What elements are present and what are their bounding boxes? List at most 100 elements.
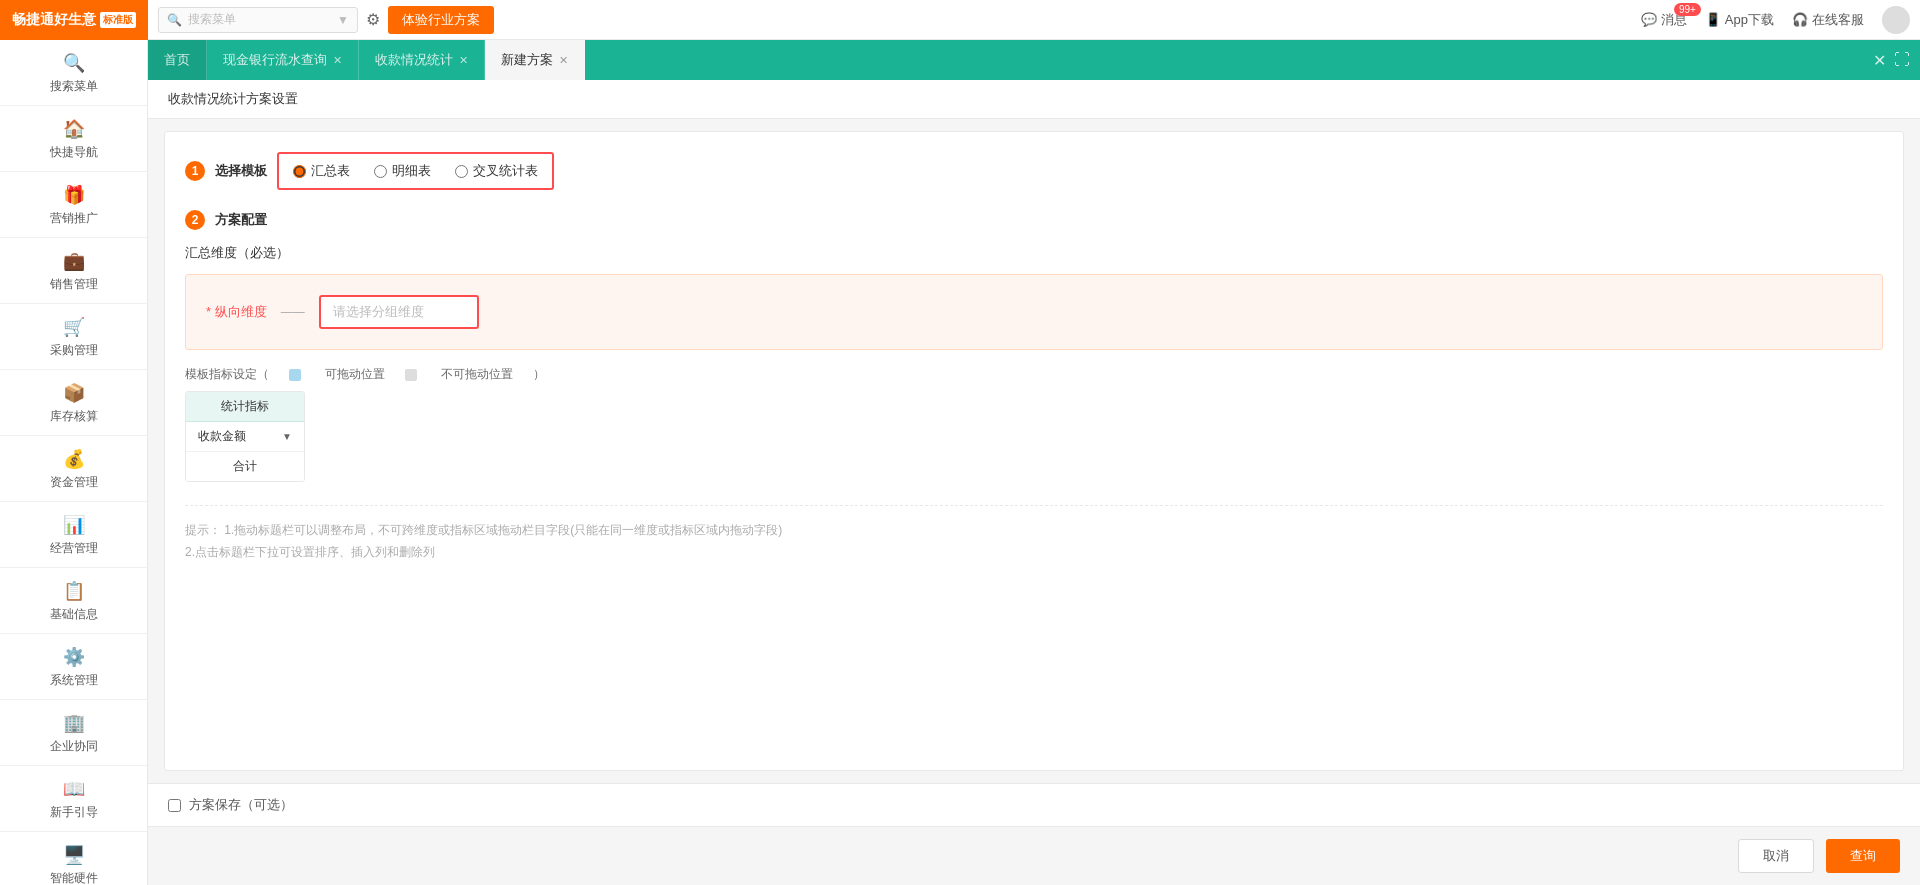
message-icon: 💬: [1641, 12, 1657, 27]
sidebar-item-search[interactable]: 🔍 搜索菜单: [0, 40, 147, 106]
col-dropdown-icon[interactable]: ▼: [282, 431, 292, 442]
tab-new-scheme-close[interactable]: ✕: [559, 54, 568, 67]
sidebar-label: 采购管理: [50, 342, 98, 359]
app-name: 畅捷通好生意: [12, 11, 96, 29]
tab-receipts-label: 收款情况统计: [375, 51, 453, 69]
tab-new-scheme-label: 新建方案: [501, 51, 553, 69]
step2-header: 2 方案配置: [185, 210, 1883, 230]
sidebar-label: 新手引导: [50, 804, 98, 821]
stats-table-header: 统计指标: [186, 392, 304, 422]
footer-actions: 取消 查询: [148, 826, 1920, 885]
purchase-icon: 🛒: [63, 316, 85, 338]
sidebar-label: 库存核算: [50, 408, 98, 425]
download-icon: 📱: [1705, 12, 1721, 27]
finance-icon: 💰: [63, 448, 85, 470]
save-checkbox[interactable]: [168, 799, 181, 812]
sidebar-item-purchase[interactable]: 🛒 采购管理: [0, 304, 147, 370]
tab-close-all-btn[interactable]: ✕: [1873, 51, 1886, 70]
radio-detail[interactable]: 明细表: [374, 162, 431, 180]
tab-maximize-btn[interactable]: ⛶: [1894, 51, 1910, 69]
sidebar-label: 系统管理: [50, 672, 98, 689]
dimension-arrow-icon: ——: [281, 305, 305, 319]
dimension-row: 纵向维度 —— 请选择分组维度: [206, 295, 1862, 329]
form-panel: 1 选择模板 汇总表 明细表: [164, 131, 1904, 771]
tab-new-scheme[interactable]: 新建方案 ✕: [485, 40, 585, 80]
service-icon: 🎧: [1792, 12, 1808, 27]
draggable-tag: [289, 369, 301, 381]
sidebar-label: 资金管理: [50, 474, 98, 491]
radio-summary-input[interactable]: [293, 165, 306, 178]
sidebar-label: 经营管理: [50, 540, 98, 557]
dropdown-icon: ▼: [337, 13, 349, 27]
service-badge[interactable]: 🎧 在线客服: [1792, 11, 1864, 29]
app-logo: 畅捷通好生意 标准版: [0, 0, 148, 40]
sidebar-item-nav[interactable]: 🏠 快捷导航: [0, 106, 147, 172]
enterprise-icon: 🏢: [63, 712, 85, 734]
app-version: 标准版: [100, 12, 136, 28]
sidebar-item-inventory[interactable]: 📦 库存核算: [0, 370, 147, 436]
avatar[interactable]: [1882, 6, 1910, 34]
sidebar: 🔍 搜索菜单 🏠 快捷导航 🎁 营销推广 💼 销售管理 🛒 采购管理 📦 库存核…: [0, 40, 148, 885]
col-header-row: 收款金额 ▼: [198, 428, 292, 445]
non-draggable-tag: [405, 369, 417, 381]
radio-cross[interactable]: 交叉统计表: [455, 162, 538, 180]
download-badge[interactable]: 📱 App下载: [1705, 11, 1774, 29]
sidebar-item-system[interactable]: ⚙️ 系统管理: [0, 634, 147, 700]
query-button[interactable]: 查询: [1826, 839, 1900, 873]
message-badge[interactable]: 💬 消息 99+: [1641, 11, 1687, 29]
dimension-title: 汇总维度（必选）: [185, 244, 1883, 262]
sidebar-item-operation[interactable]: 📊 经营管理: [0, 502, 147, 568]
page-header: 收款情况统计方案设置: [148, 80, 1920, 119]
col-total-label: 合计: [233, 459, 257, 473]
top-bar: 畅捷通好生意 标准版 🔍 搜索菜单 ▼ ⚙ 体验行业方案 💬 消息 99+ 📱 …: [0, 0, 1920, 40]
message-count: 99+: [1674, 3, 1701, 16]
operation-icon: 📊: [63, 514, 85, 536]
dimension-select[interactable]: 请选择分组维度: [319, 295, 479, 329]
radio-summary-label: 汇总表: [311, 162, 350, 180]
guide-icon: 📖: [63, 778, 85, 800]
bottom-save-row: 方案保存（可选）: [148, 783, 1920, 826]
radio-detail-input[interactable]: [374, 165, 387, 178]
tab-cashflow[interactable]: 现金银行流水查询 ✕: [207, 40, 359, 80]
indicator-label-row: 模板指标设定（ 可拖动位置 不可拖动位置 ）: [185, 366, 1883, 383]
sidebar-item-sales[interactable]: 💼 销售管理: [0, 238, 147, 304]
cancel-button[interactable]: 取消: [1738, 839, 1814, 873]
search-placeholder: 搜索菜单: [188, 11, 236, 28]
stats-col-total: 合计: [186, 452, 304, 481]
sidebar-item-guide[interactable]: 📖 新手引导: [0, 766, 147, 832]
search-bar[interactable]: 🔍 搜索菜单 ▼: [158, 7, 358, 33]
sidebar-item-finance[interactable]: 💰 资金管理: [0, 436, 147, 502]
sidebar-item-hardware[interactable]: 🖥️ 智能硬件: [0, 832, 147, 885]
tab-bar-right: ✕ ⛶: [1873, 40, 1920, 80]
tab-receipts[interactable]: 收款情况统计 ✕: [359, 40, 485, 80]
sidebar-item-basic[interactable]: 📋 基础信息: [0, 568, 147, 634]
dimension-label: 纵向维度: [206, 303, 267, 321]
page-content: 收款情况统计方案设置 1 选择模板 汇总表: [148, 80, 1920, 885]
tab-home[interactable]: 首页: [148, 40, 207, 80]
tab-bar: 首页 现金银行流水查询 ✕ 收款情况统计 ✕ 新建方案 ✕ ✕ ⛶: [148, 40, 1920, 80]
dimension-placeholder: 请选择分组维度: [333, 304, 424, 319]
tab-home-label: 首页: [164, 51, 190, 69]
save-label: 方案保存（可选）: [189, 796, 293, 814]
dimension-area: 纵向维度 —— 请选择分组维度: [185, 274, 1883, 350]
sidebar-label: 基础信息: [50, 606, 98, 623]
step1-num: 1: [185, 161, 205, 181]
gear-icon[interactable]: ⚙: [366, 10, 380, 29]
radio-summary[interactable]: 汇总表: [293, 162, 350, 180]
radio-cross-input[interactable]: [455, 165, 468, 178]
sidebar-item-enterprise[interactable]: 🏢 企业协同: [0, 700, 147, 766]
step1-header: 1 选择模板 汇总表 明细表: [185, 152, 1883, 190]
hardware-icon: 🖥️: [63, 844, 85, 866]
tab-receipts-close[interactable]: ✕: [459, 54, 468, 67]
inventory-icon: 📦: [63, 382, 85, 404]
marketing-icon: 🎁: [63, 184, 85, 206]
sidebar-item-marketing[interactable]: 🎁 营销推广: [0, 172, 147, 238]
industry-button[interactable]: 体验行业方案: [388, 6, 494, 34]
basic-icon: 📋: [63, 580, 85, 602]
sidebar-label: 营销推广: [50, 210, 98, 227]
tab-cashflow-close[interactable]: ✕: [333, 54, 342, 67]
service-label: 在线客服: [1812, 11, 1864, 29]
step1-title: 选择模板: [215, 162, 267, 180]
indicator-suffix: ）: [533, 366, 545, 383]
stats-col-header[interactable]: 收款金额 ▼: [186, 422, 304, 452]
